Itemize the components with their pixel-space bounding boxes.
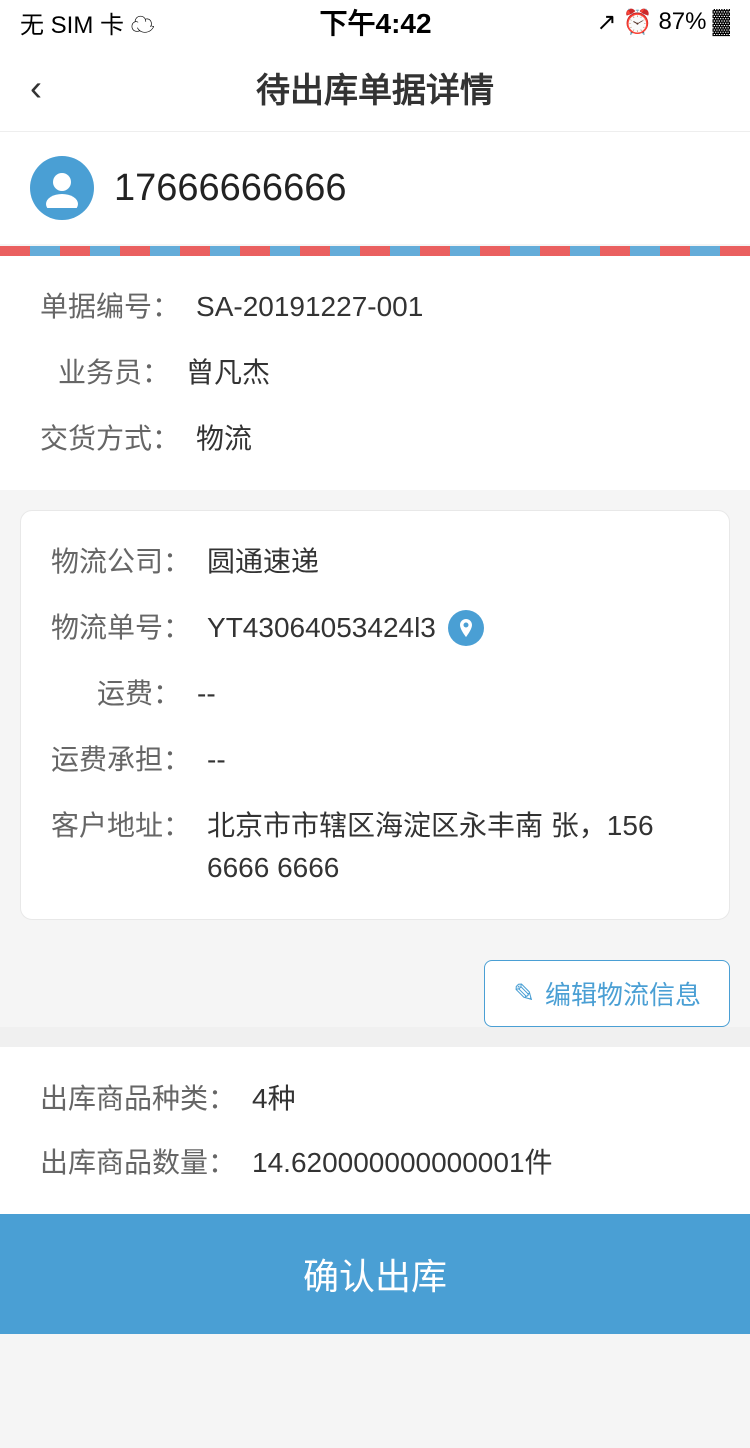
logistics-freight-bear-row: 运费承担： -- — [51, 739, 699, 781]
location-pin-icon[interactable] — [448, 610, 484, 646]
logistics-company-value: 圆通速递 — [207, 541, 699, 583]
document-row: 单据编号： SA-20191227-001 — [40, 286, 710, 328]
basic-info-section: 单据编号： SA-20191227-001 业务员： 曾凡杰 交货方式： 物流 — [0, 256, 750, 490]
edit-logistics-button[interactable]: ✎ 编辑物流信息 — [484, 960, 730, 1027]
goods-type-label: 出库商品种类： — [40, 1077, 236, 1117]
staff-value: 曾凡杰 — [186, 352, 710, 394]
logistics-company-label: 物流公司： — [51, 541, 191, 583]
document-label: 单据编号： — [40, 286, 180, 328]
logistics-tracking-value: YT43064053424l3 — [207, 607, 699, 649]
alarm-icon: ⏰ — [623, 8, 653, 37]
logistics-freight-bear-label: 运费承担： — [51, 739, 191, 781]
location-icon: ↗ — [596, 8, 616, 37]
sim-label: 无 SIM 卡 ☁ — [20, 5, 155, 40]
goods-quantity-label: 出库商品数量： — [40, 1141, 236, 1181]
status-left: 无 SIM 卡 ☁ — [20, 5, 155, 40]
edit-logistics-label: 编辑物流信息 — [545, 975, 701, 1012]
confirm-bar[interactable]: 确认出库 — [0, 1214, 750, 1334]
delivery-value: 物流 — [196, 418, 710, 460]
staff-row: 业务员： 曾凡杰 — [40, 352, 710, 394]
edit-logistics-row: ✎ 编辑物流信息 — [0, 940, 750, 1027]
logistics-company-row: 物流公司： 圆通速递 — [51, 541, 699, 583]
phone-number: 17666666666 — [114, 167, 346, 210]
logistics-freight-label: 运费： — [51, 673, 181, 715]
logistics-freight-bear-value: -- — [207, 739, 699, 781]
header-card: 17666666666 — [0, 132, 750, 244]
battery-label: 87% — [658, 8, 706, 36]
avatar — [30, 156, 94, 220]
goods-section: 出库商品种类： 4种 出库商品数量： 14.620000000000001件 — [0, 1047, 750, 1211]
back-button[interactable]: ‹ — [30, 67, 42, 109]
logistics-tracking-label: 物流单号： — [51, 607, 191, 649]
edit-icon: ✎ — [513, 978, 535, 1009]
section-divider — [0, 1027, 750, 1047]
status-bar: 无 SIM 卡 ☁ 下午4:42 ↗ ⏰ 87% ▓ — [0, 0, 750, 44]
logistics-address-label: 客户地址： — [51, 805, 191, 847]
nav-bar: ‹ 待出库单据详情 — [0, 44, 750, 132]
goods-type-value: 4种 — [252, 1077, 296, 1117]
logistics-freight-value: -- — [197, 673, 699, 715]
logistics-freight-row: 运费： -- — [51, 673, 699, 715]
goods-quantity-row: 出库商品数量： 14.620000000000001件 — [40, 1141, 710, 1181]
logistics-address-row: 客户地址： 北京市市辖区海淀区永丰南 张，156 6666 6666 — [51, 805, 699, 889]
battery-icon: ▓ — [712, 8, 730, 36]
logistics-box: 物流公司： 圆通速递 物流单号： YT43064053424l3 运费： -- … — [20, 510, 730, 920]
staff-label: 业务员： — [40, 352, 170, 394]
confirm-button-text: 确认出库 — [303, 1248, 447, 1300]
dashed-divider — [0, 246, 750, 256]
goods-quantity-value: 14.620000000000001件 — [252, 1141, 553, 1181]
page-title: 待出库单据详情 — [256, 63, 494, 112]
document-value: SA-20191227-001 — [196, 286, 710, 328]
goods-type-row: 出库商品种类： 4种 — [40, 1077, 710, 1117]
logistics-tracking-row: 物流单号： YT43064053424l3 — [51, 607, 699, 649]
status-time: 下午4:42 — [320, 2, 432, 42]
logistics-address-value: 北京市市辖区海淀区永丰南 张，156 6666 6666 — [207, 805, 699, 889]
status-right: ↗ ⏰ 87% ▓ — [596, 8, 730, 37]
delivery-row: 交货方式： 物流 — [40, 418, 710, 460]
delivery-label: 交货方式： — [40, 418, 180, 460]
